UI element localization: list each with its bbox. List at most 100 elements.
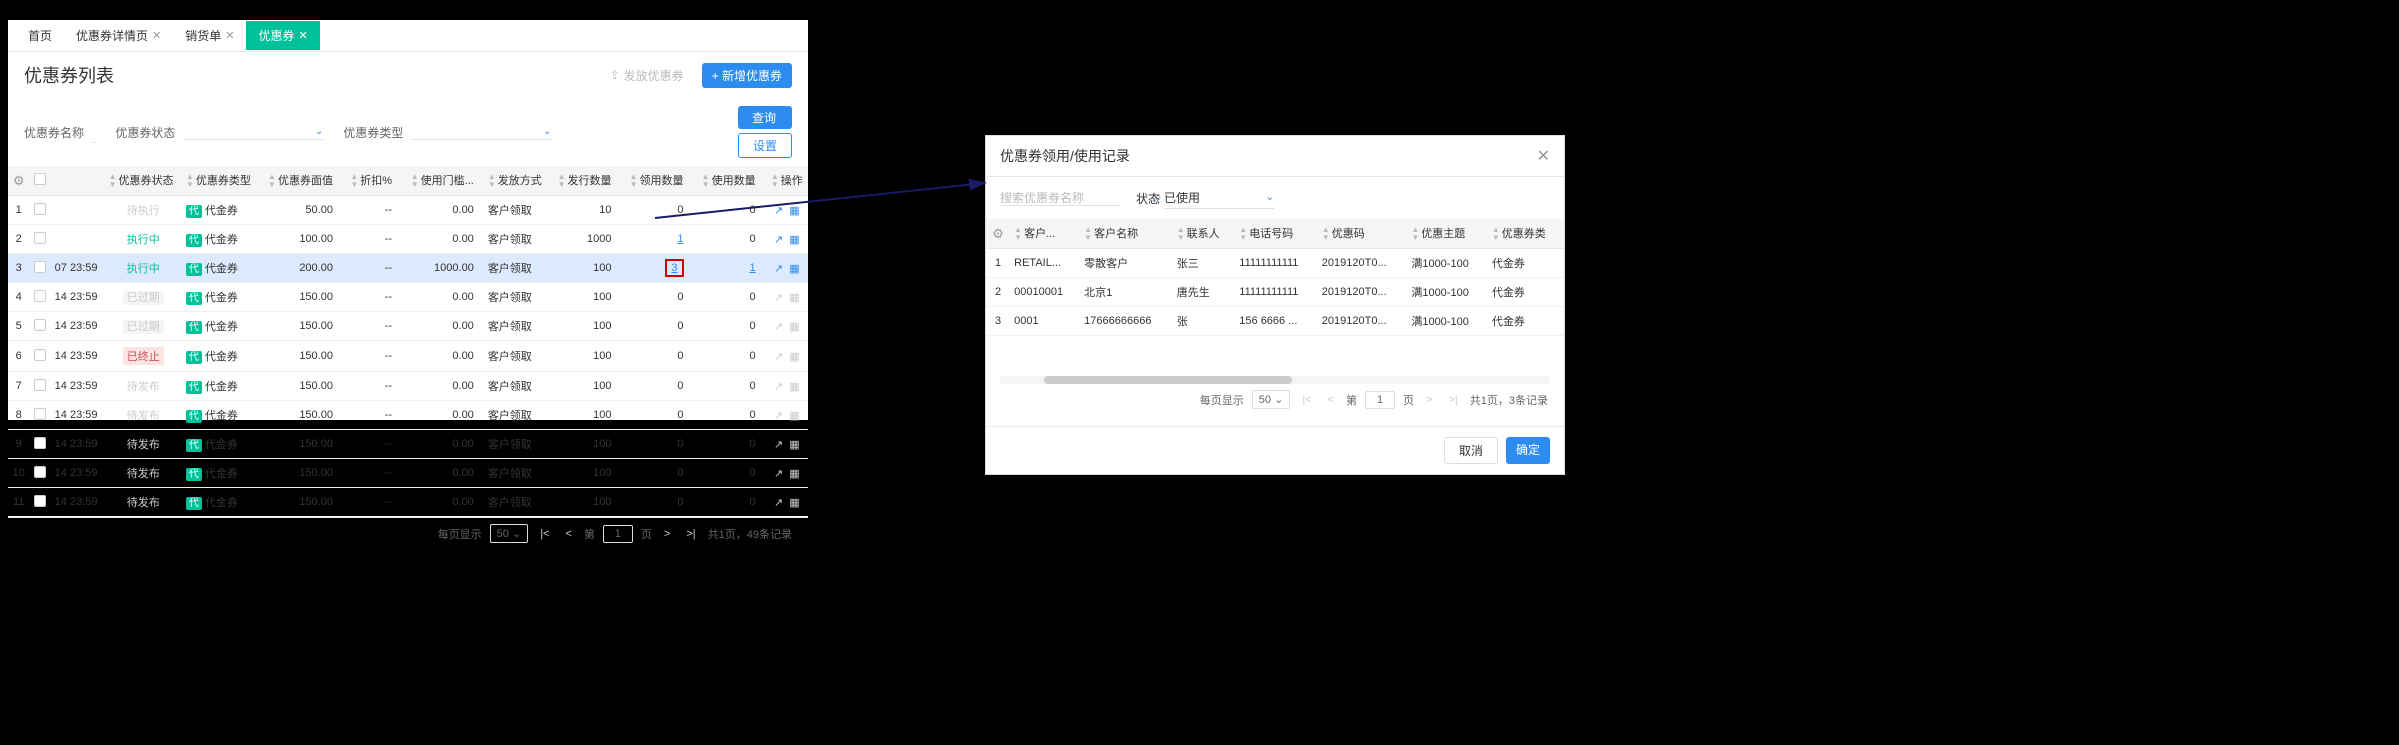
gear-icon[interactable]: ⚙ bbox=[992, 226, 1004, 241]
external-link-icon[interactable]: ↗ bbox=[774, 262, 783, 275]
table-row[interactable]: 11 14 23:59 待发布 代代金券 150.00 -- 0.00 客户领取… bbox=[8, 488, 808, 517]
query-button[interactable]: 查询 bbox=[738, 106, 792, 129]
col-header[interactable]: 折扣% bbox=[343, 166, 402, 196]
row-checkbox[interactable] bbox=[34, 437, 46, 449]
modal-col-header[interactable]: 优惠券类 bbox=[1488, 219, 1564, 249]
table-row[interactable]: 6 14 23:59 已终止 代代金券 150.00 -- 0.00 客户领取 … bbox=[8, 341, 808, 372]
filter-status-select[interactable]: ⌄ bbox=[183, 124, 323, 140]
modal-prev-page[interactable]: < bbox=[1324, 394, 1338, 406]
row-checkbox[interactable] bbox=[34, 495, 46, 507]
first-page-button[interactable]: |< bbox=[536, 528, 553, 540]
table-row[interactable]: 9 14 23:59 待发布 代代金券 150.00 -- 0.00 客户领取 … bbox=[8, 430, 808, 459]
row-checkbox[interactable] bbox=[34, 466, 46, 478]
row-checkbox[interactable] bbox=[34, 203, 46, 215]
modal-next-page[interactable]: > bbox=[1422, 394, 1436, 406]
sort-icon[interactable] bbox=[268, 173, 276, 189]
col-header[interactable]: 发放方式 bbox=[484, 166, 550, 196]
modal-first-page[interactable]: |< bbox=[1298, 394, 1315, 406]
sort-icon[interactable] bbox=[630, 173, 638, 189]
qr-icon[interactable]: ▦ bbox=[789, 262, 799, 275]
sort-icon[interactable] bbox=[1322, 226, 1330, 242]
sort-icon[interactable] bbox=[1014, 226, 1022, 242]
row-checkbox[interactable] bbox=[34, 261, 46, 273]
row-checkbox[interactable] bbox=[34, 379, 46, 391]
modal-table-row[interactable]: 1 RETAIL... 零散客户 张三 11111111111 2019120T… bbox=[986, 249, 1564, 278]
claimed-link[interactable]: 3 bbox=[665, 259, 683, 277]
close-icon[interactable]: ✕ bbox=[1537, 146, 1550, 166]
modal-col-header[interactable]: 客户... bbox=[1010, 219, 1080, 249]
modal-col-header[interactable]: 优惠主题 bbox=[1407, 219, 1488, 249]
modal-status-select[interactable]: 已使用⌄ bbox=[1164, 187, 1274, 209]
tab-首页[interactable]: 首页 bbox=[16, 21, 64, 50]
used-link[interactable]: 1 bbox=[749, 262, 755, 274]
modal-last-page[interactable]: >| bbox=[1444, 394, 1461, 406]
modal-table-row[interactable]: 2 00010001 北京1 唐先生 11111111111 2019120T0… bbox=[986, 278, 1564, 307]
col-header[interactable]: 使用数量 bbox=[694, 166, 766, 196]
confirm-button[interactable]: 确定 bbox=[1506, 437, 1550, 464]
sort-icon[interactable] bbox=[411, 173, 419, 189]
sort-icon[interactable] bbox=[109, 173, 117, 189]
external-link-icon[interactable]: ↗ bbox=[774, 204, 783, 217]
row-checkbox[interactable] bbox=[34, 319, 46, 331]
select-all-checkbox[interactable] bbox=[34, 173, 46, 185]
modal-search[interactable]: ⌕ bbox=[1000, 190, 1120, 206]
per-page-select[interactable]: 50 ⌄ bbox=[490, 524, 529, 543]
external-link-icon[interactable]: ↗ bbox=[774, 233, 783, 246]
row-checkbox[interactable] bbox=[34, 232, 46, 244]
modal-col-header[interactable]: 客户名称 bbox=[1080, 219, 1173, 249]
page-input[interactable]: 1 bbox=[603, 525, 633, 543]
claimed-link[interactable]: 1 bbox=[677, 233, 683, 245]
prev-page-button[interactable]: < bbox=[561, 528, 575, 540]
table-row[interactable]: 5 14 23:59 已过期 代代金券 150.00 -- 0.00 客户领取 … bbox=[8, 312, 808, 341]
close-icon[interactable]: ✕ bbox=[225, 29, 234, 42]
table-row[interactable]: 4 14 23:59 已过期 代代金券 150.00 -- 0.00 客户领取 … bbox=[8, 283, 808, 312]
sort-icon[interactable] bbox=[1239, 226, 1247, 242]
sort-icon[interactable] bbox=[350, 173, 358, 189]
col-header[interactable]: 优惠券面值 bbox=[259, 166, 343, 196]
filter-type-select[interactable]: ⌄ bbox=[411, 124, 551, 140]
qr-icon[interactable]: ▦ bbox=[789, 204, 799, 217]
qr-icon[interactable]: ▦ bbox=[789, 233, 799, 246]
tab-销货单[interactable]: 销货单✕ bbox=[173, 21, 246, 50]
row-checkbox[interactable] bbox=[34, 349, 46, 361]
gear-icon[interactable]: ⚙ bbox=[13, 173, 25, 188]
col-header[interactable]: 发行数量 bbox=[549, 166, 621, 196]
sort-icon[interactable] bbox=[186, 173, 194, 189]
table-row[interactable]: 10 14 23:59 待发布 代代金券 150.00 -- 0.00 客户领取… bbox=[8, 459, 808, 488]
settings-button[interactable]: 设置 bbox=[738, 133, 792, 158]
cancel-button[interactable]: 取消 bbox=[1444, 437, 1498, 464]
sort-icon[interactable] bbox=[1177, 226, 1185, 242]
table-row[interactable]: 1 待执行 代代金券 50.00 -- 0.00 客户领取 10 0 0 ↗▦ bbox=[8, 196, 808, 225]
table-row[interactable]: 3 07 23:59 执行中 代代金券 200.00 -- 1000.00 客户… bbox=[8, 254, 808, 283]
sort-icon[interactable] bbox=[558, 173, 566, 189]
search-input[interactable] bbox=[1000, 191, 1155, 205]
close-icon[interactable]: ✕ bbox=[152, 29, 161, 42]
sort-icon[interactable] bbox=[771, 173, 779, 189]
sort-icon[interactable] bbox=[1084, 226, 1092, 242]
col-header[interactable]: 优惠券类型 bbox=[182, 166, 259, 196]
sort-icon[interactable] bbox=[1492, 226, 1500, 242]
last-page-button[interactable]: >| bbox=[682, 528, 699, 540]
horizontal-scrollbar[interactable] bbox=[1000, 376, 1550, 384]
modal-table-row[interactable]: 3 0001 17666666666 张 156 6666 ... 201912… bbox=[986, 307, 1564, 336]
modal-page-input[interactable]: 1 bbox=[1365, 391, 1395, 409]
next-page-button[interactable]: > bbox=[660, 528, 674, 540]
sort-icon[interactable] bbox=[488, 173, 496, 189]
filter-name-input[interactable] bbox=[92, 124, 95, 143]
table-row[interactable]: 2 执行中 代代金券 100.00 -- 0.00 客户领取 1000 1 0 … bbox=[8, 225, 808, 254]
sort-icon[interactable] bbox=[1411, 226, 1419, 242]
modal-col-header[interactable]: 联系人 bbox=[1173, 219, 1236, 249]
modal-col-header[interactable]: 电话号码 bbox=[1235, 219, 1318, 249]
row-checkbox[interactable] bbox=[34, 408, 46, 420]
table-row[interactable]: 8 14 23:59 待发布 代代金券 150.00 -- 0.00 客户领取 … bbox=[8, 401, 808, 430]
add-coupon-button[interactable]: + 新增优惠券 bbox=[702, 63, 792, 88]
col-header[interactable]: 领用数量 bbox=[622, 166, 694, 196]
sort-icon[interactable] bbox=[702, 173, 710, 189]
row-checkbox[interactable] bbox=[34, 290, 46, 302]
col-header[interactable]: 使用门槛... bbox=[402, 166, 484, 196]
modal-per-page-select[interactable]: 50 ⌄ bbox=[1252, 390, 1291, 409]
col-header[interactable]: 操作 bbox=[766, 166, 808, 196]
col-header[interactable]: 优惠券状态 bbox=[105, 166, 182, 196]
table-row[interactable]: 7 14 23:59 待发布 代代金券 150.00 -- 0.00 客户领取 … bbox=[8, 372, 808, 401]
tab-优惠券详情页[interactable]: 优惠券详情页✕ bbox=[64, 21, 173, 50]
